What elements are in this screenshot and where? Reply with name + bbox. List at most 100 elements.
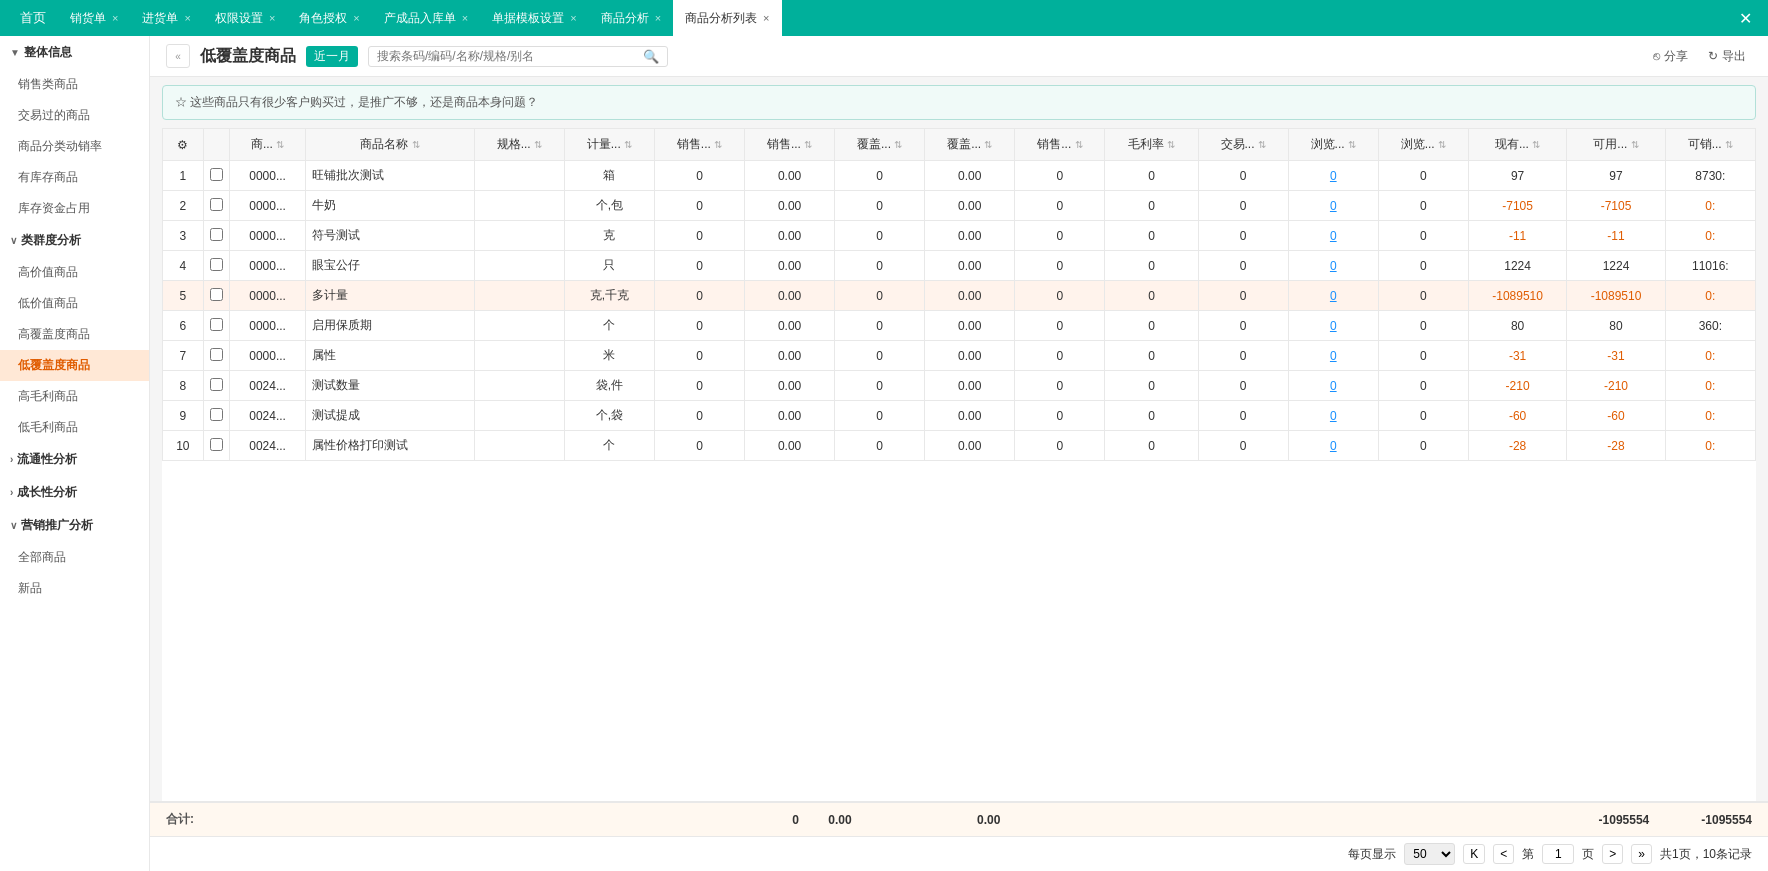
sidebar-item-traded-products[interactable]: 交易过的商品 [0, 100, 149, 131]
nav-product-analysis-list[interactable]: 商品分析列表 × [673, 0, 781, 36]
row-name[interactable]: 测试提成 [306, 401, 474, 431]
nav-purchase-order[interactable]: 进货单 × [130, 0, 202, 36]
row-checkbox[interactable] [210, 438, 223, 451]
sidebar-item-in-stock[interactable]: 有库存商品 [0, 162, 149, 193]
unit-column-header[interactable]: 计量... ⇅ [564, 129, 654, 161]
sellable-column-header[interactable]: 可销... ⇅ [1665, 129, 1755, 161]
nav-template-settings[interactable]: 单据模板设置 × [480, 0, 588, 36]
row-view1[interactable]: 0 [1288, 251, 1378, 281]
sidebar-item-new-products[interactable]: 新品 [0, 573, 149, 604]
view2-column-header[interactable]: 浏览... ⇅ [1378, 129, 1468, 161]
sidebar-section-marketing[interactable]: ∨ 营销推广分析 [0, 509, 149, 542]
window-close-button[interactable]: ✕ [1731, 9, 1760, 28]
row-view1[interactable]: 0 [1288, 431, 1378, 461]
row-view1[interactable]: 0 [1288, 191, 1378, 221]
row-checkbox[interactable] [210, 378, 223, 391]
nav-role-auth[interactable]: 角色授权 × [287, 0, 371, 36]
sidebar-item-high-coverage[interactable]: 高覆盖度商品 [0, 319, 149, 350]
nav-close-icon[interactable]: × [570, 12, 576, 24]
cover1-column-header[interactable]: 覆盖... ⇅ [835, 129, 925, 161]
sidebar-section-liquidity[interactable]: › 流通性分析 [0, 443, 149, 476]
row-transaction: 0 [1198, 281, 1288, 311]
sidebar-item-low-value[interactable]: 低价值商品 [0, 288, 149, 319]
available-stock-column-header[interactable]: 可用... ⇅ [1567, 129, 1665, 161]
sidebar-item-all-products[interactable]: 全部商品 [0, 542, 149, 573]
transaction-column-header[interactable]: 交易... ⇅ [1198, 129, 1288, 161]
first-page-button[interactable]: K [1463, 844, 1485, 864]
search-input[interactable] [377, 49, 643, 63]
row-name[interactable]: 启用保质期 [306, 311, 474, 341]
row-view1[interactable]: 0 [1288, 371, 1378, 401]
sidebar-item-capital-occupy[interactable]: 库存资金占用 [0, 193, 149, 224]
row-view1[interactable]: 0 [1288, 161, 1378, 191]
nav-sales-order[interactable]: 销货单 × [58, 0, 130, 36]
cover2-column-header[interactable]: 覆盖... ⇅ [925, 129, 1015, 161]
sales-amount-column-header[interactable]: 销售... ⇅ [745, 129, 835, 161]
gross-margin-column-header[interactable]: 毛利率 ⇅ [1105, 129, 1198, 161]
nav-close-icon[interactable]: × [462, 12, 468, 24]
row-checkbox[interactable] [210, 318, 223, 331]
nav-product-inbound[interactable]: 产成品入库单 × [372, 0, 480, 36]
export-button[interactable]: ↻ 导出 [1702, 45, 1752, 68]
sidebar-section-growth[interactable]: › 成长性分析 [0, 476, 149, 509]
row-name[interactable]: 属性价格打印测试 [306, 431, 474, 461]
name-column-header[interactable]: 商品名称 ⇅ [306, 129, 474, 161]
nav-close-icon[interactable]: × [184, 12, 190, 24]
nav-close-icon[interactable]: × [655, 12, 661, 24]
search-icon[interactable]: 🔍 [643, 49, 659, 64]
last-page-button[interactable]: » [1631, 844, 1652, 864]
sidebar-item-low-coverage[interactable]: 低覆盖度商品 [0, 350, 149, 381]
view1-column-header[interactable]: 浏览... ⇅ [1288, 129, 1378, 161]
nav-permission-settings[interactable]: 权限设置 × [203, 0, 287, 36]
search-box: 🔍 [368, 46, 668, 67]
nav-close-icon[interactable]: × [763, 12, 769, 24]
time-filter-button[interactable]: 近一月 [306, 46, 358, 67]
sidebar-item-category-turnover[interactable]: 商品分类动销率 [0, 131, 149, 162]
sidebar-item-high-value[interactable]: 高价值商品 [0, 257, 149, 288]
row-name[interactable]: 属性 [306, 341, 474, 371]
row-checkbox[interactable] [210, 198, 223, 211]
row-checkbox[interactable] [210, 258, 223, 271]
page-size-select[interactable]: 50 20 100 [1404, 843, 1455, 865]
row-checkbox[interactable] [210, 168, 223, 181]
sidebar-item-low-margin[interactable]: 低毛利商品 [0, 412, 149, 443]
page-number-input[interactable] [1542, 844, 1574, 864]
nav-close-icon[interactable]: × [112, 12, 118, 24]
row-view1[interactable]: 0 [1288, 221, 1378, 251]
spec-column-header[interactable]: 规格... ⇅ [474, 129, 564, 161]
nav-home[interactable]: 首页 [8, 0, 58, 36]
nav-close-icon[interactable]: × [269, 12, 275, 24]
row-view1[interactable]: 0 [1288, 341, 1378, 371]
code-column-header[interactable]: 商... ⇅ [229, 129, 306, 161]
sales3-column-header[interactable]: 销售... ⇅ [1015, 129, 1105, 161]
row-name[interactable]: 多计量 [306, 281, 474, 311]
row-checkbox[interactable] [210, 408, 223, 421]
row-name[interactable]: 眼宝公仔 [306, 251, 474, 281]
row-checkbox[interactable] [210, 228, 223, 241]
current-stock-column-header[interactable]: 现有... ⇅ [1468, 129, 1566, 161]
share-button[interactable]: ⎋ 分享 [1647, 45, 1694, 68]
row-checkbox[interactable] [210, 348, 223, 361]
sidebar-collapse-button[interactable]: « [166, 44, 190, 68]
row-name[interactable]: 符号测试 [306, 221, 474, 251]
sales-qty-column-header[interactable]: 销售... ⇅ [654, 129, 744, 161]
nav-close-icon[interactable]: × [353, 12, 359, 24]
row-cover1: 0 [835, 311, 925, 341]
row-view1[interactable]: 0 [1288, 311, 1378, 341]
row-sales-amount: 0.00 [745, 401, 835, 431]
sidebar-item-sales-products[interactable]: 销售类商品 [0, 69, 149, 100]
row-name[interactable]: 测试数量 [306, 371, 474, 401]
sidebar-item-high-margin[interactable]: 高毛利商品 [0, 381, 149, 412]
row-checkbox[interactable] [210, 288, 223, 301]
row-view1[interactable]: 0 [1288, 281, 1378, 311]
nav-product-analysis[interactable]: 商品分析 × [589, 0, 673, 36]
row-view1[interactable]: 0 [1288, 401, 1378, 431]
sidebar-section-overall[interactable]: ▼ 整体信息 [0, 36, 149, 69]
prev-page-button[interactable]: < [1493, 844, 1514, 864]
sidebar-section-group-analysis[interactable]: ∨ 类群度分析 [0, 224, 149, 257]
row-name[interactable]: 旺铺批次测试 [306, 161, 474, 191]
row-cover2: 0.00 [925, 191, 1015, 221]
next-page-button[interactable]: > [1602, 844, 1623, 864]
row-name[interactable]: 牛奶 [306, 191, 474, 221]
settings-column-header[interactable]: ⚙ [163, 129, 204, 161]
